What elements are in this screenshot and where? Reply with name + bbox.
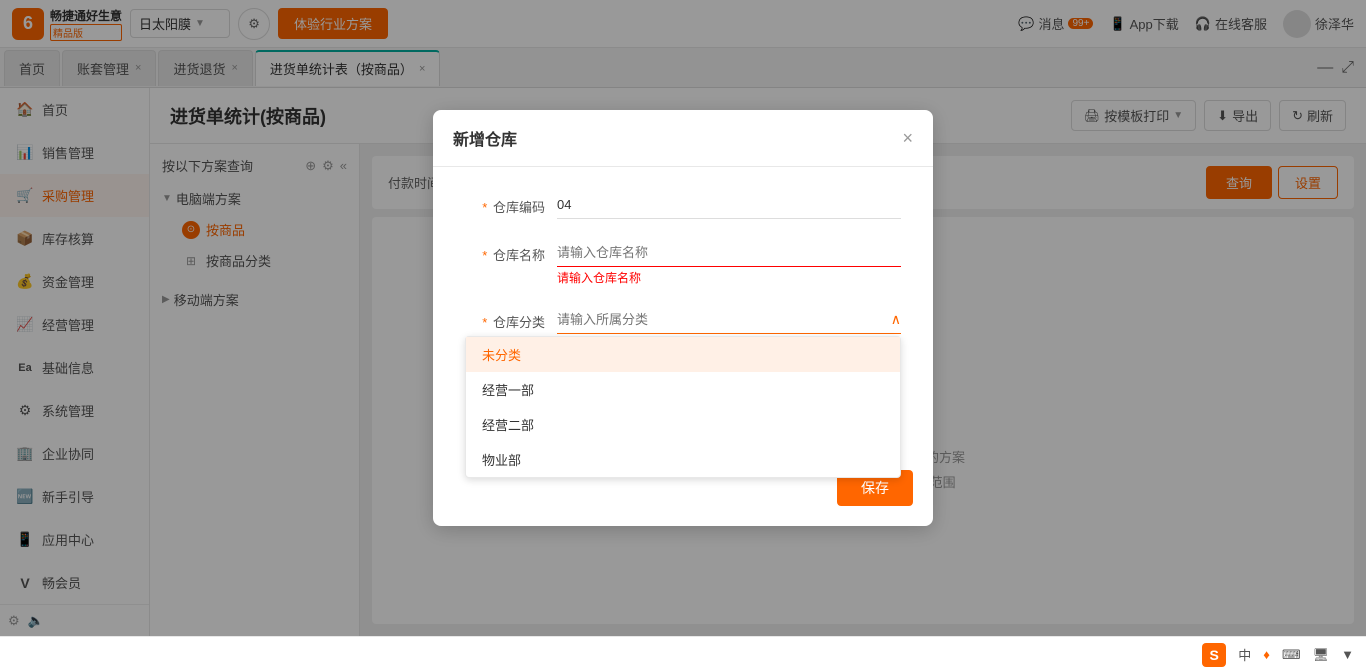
category-label: * 仓库分类 [465, 306, 545, 331]
name-required: * [482, 248, 487, 263]
name-error-tip: 请输入仓库名称 [557, 269, 901, 286]
modal-header: 新增仓库 × [433, 110, 933, 167]
zh-icon[interactable]: 中 [1238, 645, 1251, 664]
dropdown-item-dept2[interactable]: 经营二部 [466, 407, 900, 442]
dropdown-item-dept1[interactable]: 经营一部 [466, 372, 900, 407]
modal-title: 新增仓库 [453, 126, 517, 150]
category-dropdown: 未分类 经营一部 经营二部 物业部 [465, 336, 901, 478]
category-input-wrap: ∧ [557, 306, 901, 334]
code-required: * [482, 200, 487, 215]
name-field-wrap: 请输入仓库名称 [557, 239, 901, 286]
category-input[interactable] [557, 306, 891, 333]
diamond-icon[interactable]: ♦ [1263, 647, 1270, 662]
form-row-category: * 仓库分类 ∧ 未分类 经营一部 经营二部 物业部 [465, 306, 901, 334]
code-label: * 仓库编码 [465, 191, 545, 216]
monitor-icon[interactable]: 🖥 [1313, 647, 1330, 663]
name-label: * 仓库名称 [465, 239, 545, 264]
new-warehouse-modal: 新增仓库 × * 仓库编码 * 仓库名称 [433, 110, 933, 526]
code-field-wrap [557, 191, 901, 219]
footer-right: S 中 ♦ ⌨ 🖥 ▼ [1202, 643, 1354, 667]
form-row-name: * 仓库名称 请输入仓库名称 [465, 239, 901, 286]
name-label-text: 仓库名称 [493, 248, 545, 263]
code-label-text: 仓库编码 [493, 200, 545, 215]
keyboard-icon[interactable]: ⌨ [1282, 647, 1301, 663]
modal-overlay: 新增仓库 × * 仓库编码 * 仓库名称 [0, 0, 1366, 636]
modal-body: * 仓库编码 * 仓库名称 请输入仓库名称 [433, 167, 933, 458]
code-input[interactable] [557, 191, 901, 219]
name-input[interactable] [557, 239, 901, 267]
modal-close-btn[interactable]: × [902, 128, 913, 149]
s-logo: S [1202, 643, 1226, 667]
dropdown-item-none[interactable]: 未分类 [466, 337, 900, 372]
dropdown-item-property[interactable]: 物业部 [466, 442, 900, 477]
bottombar: S 中 ♦ ⌨ 🖥 ▼ [0, 636, 1366, 672]
category-required: * [482, 315, 487, 330]
category-field-wrap: ∧ 未分类 经营一部 经营二部 物业部 [557, 306, 901, 334]
arrow-icon[interactable]: ▼ [1341, 647, 1354, 662]
category-label-text: 仓库分类 [493, 315, 545, 330]
form-row-code: * 仓库编码 [465, 191, 901, 219]
category-chevron-icon[interactable]: ∧ [891, 311, 901, 328]
